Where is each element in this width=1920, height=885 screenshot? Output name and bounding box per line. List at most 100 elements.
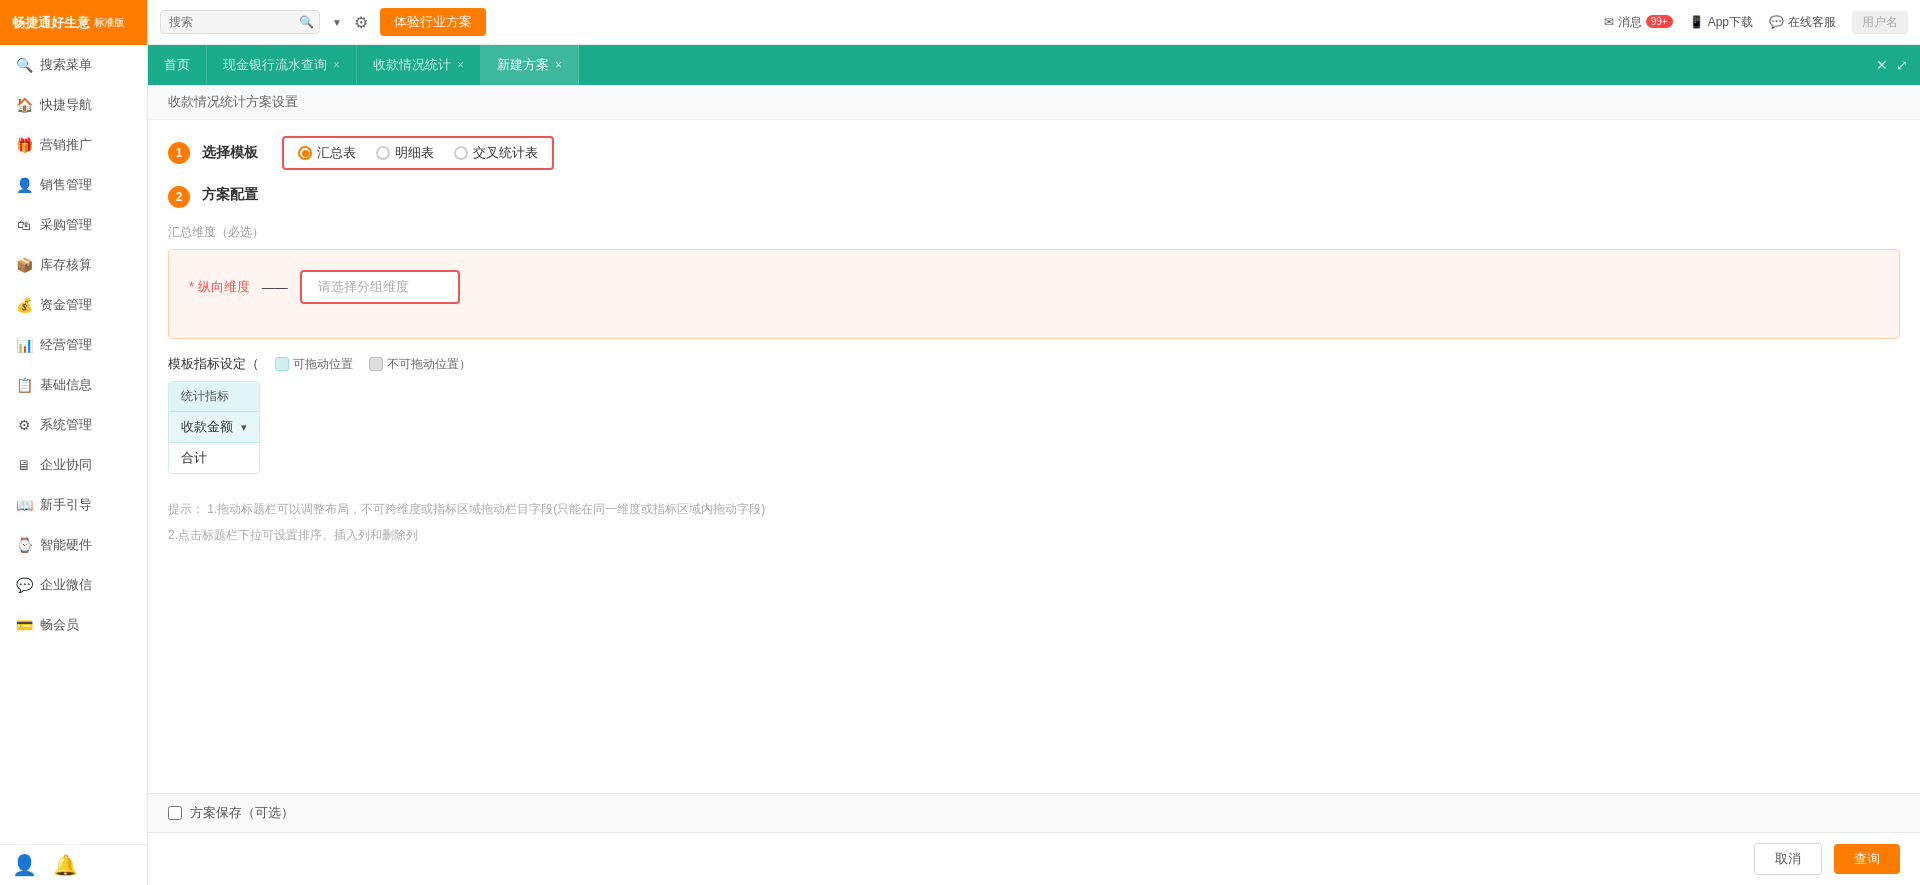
sidebar-bottom-icon2[interactable]: 🔔 (53, 853, 78, 877)
marketing-icon: 🎁 (16, 137, 32, 153)
tips-line1: 提示： 1.拖动标题栏可以调整布局，不可跨维度或指标区域拖动栏目字段(只能在同一… (168, 497, 1900, 521)
step2-label: 方案配置 (202, 186, 258, 204)
sidebar-item-corp-collab[interactable]: 🖥 企业协同 (0, 445, 147, 485)
newbie-icon: 📖 (16, 497, 32, 513)
topbar: 🔍 ▼ ⚙ 体验行业方案 ✉ 消息 99+ 📱 App下载 💬 在线客服 用户名 (148, 0, 1920, 45)
legend-draggable: 可拖动位置 (275, 356, 353, 373)
step1-num: 1 (168, 142, 190, 164)
app-download-btn[interactable]: 📱 App下载 (1689, 14, 1753, 31)
save-checkbox[interactable] (168, 806, 182, 820)
tab-home-label: 首页 (164, 56, 190, 74)
step2-num: 2 (168, 186, 190, 208)
sidebar-item-purchase[interactable]: 🛍 采购管理 (0, 205, 147, 245)
dimension-arrow: —— (262, 280, 288, 295)
save-label: 方案保存（可选） (190, 804, 294, 822)
tab-expand-icon[interactable]: ⤢ (1896, 57, 1908, 73)
sidebar-item-sales[interactable]: 👤 销售管理 (0, 165, 147, 205)
tab-bank-flow-close[interactable]: × (333, 58, 340, 72)
sidebar-item-label: 企业协同 (40, 456, 92, 474)
sidebar-item-label: 畅会员 (40, 616, 79, 634)
footer: 方案保存（可选） (148, 793, 1920, 832)
sidebar-bottom-icon1[interactable]: 👤 (12, 853, 37, 877)
message-btn[interactable]: ✉ 消息 99+ (1604, 14, 1673, 31)
tab-receipt-stat[interactable]: 收款情况统计 × (357, 45, 481, 85)
sidebar-item-label: 系统管理 (40, 416, 92, 434)
search-input[interactable] (160, 10, 320, 34)
logo-tag: 标准版 (94, 16, 124, 30)
tab-new-plan[interactable]: 新建方案 × (481, 45, 579, 85)
service-btn[interactable]: 💬 在线客服 (1769, 14, 1836, 31)
operations-icon: 📊 (16, 337, 32, 353)
form-area: 1 选择模板 汇总表 明细表 交叉统计表 (148, 120, 1920, 793)
sidebar-item-inventory[interactable]: 📦 库存核算 (0, 245, 147, 285)
sidebar-item-label: 资金管理 (40, 296, 92, 314)
dimension-area: 纵向维度 —— 请选择分组维度 (168, 249, 1900, 339)
user-name[interactable]: 用户名 (1852, 11, 1908, 34)
tab-new-plan-label: 新建方案 (497, 56, 549, 74)
app-label: App下载 (1708, 14, 1753, 31)
radio-detail-circle (376, 146, 390, 160)
step2-row: 2 方案配置 (168, 186, 1900, 208)
sidebar-item-basic-info[interactable]: 📋 基础信息 (0, 365, 147, 405)
message-icon: ✉ (1604, 15, 1614, 29)
system-icon: ⚙ (16, 417, 32, 433)
app-icon: 📱 (1689, 15, 1704, 29)
sidebar-item-quick-nav[interactable]: 🏠 快捷导航 (0, 85, 147, 125)
gear-icon[interactable]: ⚙ (354, 13, 368, 32)
topbar-dropdown-arrow[interactable]: ▼ (332, 17, 342, 28)
search-menu-icon: 🔍 (16, 57, 32, 73)
basic-info-icon: 📋 (16, 377, 32, 393)
sidebar-bottom: 👤 🔔 (0, 844, 147, 885)
tab-right-controls: ✕ ⤢ (1864, 45, 1920, 85)
inventory-icon: 📦 (16, 257, 32, 273)
sidebar-item-label: 营销推广 (40, 136, 92, 154)
metrics-cell-amount[interactable]: 收款金额 ▾ (169, 412, 259, 443)
radio-crosstab[interactable]: 交叉统计表 (454, 144, 538, 162)
metric-name: 收款金额 (181, 418, 233, 436)
dimension-select[interactable]: 请选择分组维度 (300, 270, 460, 304)
metrics-title-text: 模板指标设定（ (168, 355, 259, 373)
config-section: 汇总维度（必选） 纵向维度 —— 请选择分组维度 模板指标设定（ (168, 224, 1900, 547)
tab-close-window-icon[interactable]: ✕ (1876, 57, 1888, 73)
sidebar-logo: 畅捷通好生意 标准版 (0, 0, 147, 45)
radio-summary-label: 汇总表 (317, 144, 356, 162)
sidebar-item-label: 销售管理 (40, 176, 92, 194)
radio-summary[interactable]: 汇总表 (298, 144, 356, 162)
radio-crosstab-circle (454, 146, 468, 160)
sidebar-item-search-menu[interactable]: 🔍 搜索菜单 (0, 45, 147, 85)
dimension-row: 纵向维度 —— 请选择分组维度 (189, 270, 1879, 304)
sidebar-item-newbie[interactable]: 📖 新手引导 (0, 485, 147, 525)
sidebar-item-system[interactable]: ⚙ 系统管理 (0, 405, 147, 445)
funds-icon: 💰 (16, 297, 32, 313)
service-icon: 💬 (1769, 15, 1784, 29)
tab-receipt-stat-close[interactable]: × (457, 58, 464, 72)
sidebar-item-membership[interactable]: 💳 畅会员 (0, 605, 147, 645)
smart-hw-icon: ⌚ (16, 537, 32, 553)
tab-new-plan-close[interactable]: × (555, 58, 562, 72)
sidebar: 畅捷通好生意 标准版 🔍 搜索菜单 🏠 快捷导航 🎁 营销推广 👤 销售管理 🛍… (0, 0, 148, 885)
query-button[interactable]: 查询 (1834, 844, 1900, 874)
sidebar-item-funds[interactable]: 💰 资金管理 (0, 285, 147, 325)
tabbar: 首页 现金银行流水查询 × 收款情况统计 × 新建方案 × ✕ ⤢ (148, 45, 1920, 85)
sidebar-item-operations[interactable]: 📊 经营管理 (0, 325, 147, 365)
cancel-button[interactable]: 取消 (1754, 843, 1822, 875)
tab-bank-flow[interactable]: 现金银行流水查询 × (207, 45, 357, 85)
trial-button[interactable]: 体验行业方案 (380, 8, 486, 36)
metric-dropdown-icon[interactable]: ▾ (241, 421, 247, 434)
corp-collab-icon: 🖥 (16, 457, 32, 473)
radio-summary-circle (298, 146, 312, 160)
sales-icon: 👤 (16, 177, 32, 193)
sidebar-item-label: 基础信息 (40, 376, 92, 394)
radio-detail[interactable]: 明细表 (376, 144, 434, 162)
sidebar-item-smart-hw[interactable]: ⌚ 智能硬件 (0, 525, 147, 565)
metrics-config: 模板指标设定（ 可拖动位置 不可拖动位置） 统计指标 (168, 355, 1900, 477)
sidebar-item-corp-wechat[interactable]: 💬 企业微信 (0, 565, 147, 605)
radio-detail-label: 明细表 (395, 144, 434, 162)
sidebar-item-label: 智能硬件 (40, 536, 92, 554)
membership-icon: 💳 (16, 617, 32, 633)
tab-home[interactable]: 首页 (148, 45, 207, 85)
sidebar-item-marketing[interactable]: 🎁 营销推广 (0, 125, 147, 165)
sidebar-item-label: 快捷导航 (40, 96, 92, 114)
legend-draggable-label: 可拖动位置 (293, 356, 353, 373)
metrics-header-label: 统计指标 (181, 389, 229, 403)
